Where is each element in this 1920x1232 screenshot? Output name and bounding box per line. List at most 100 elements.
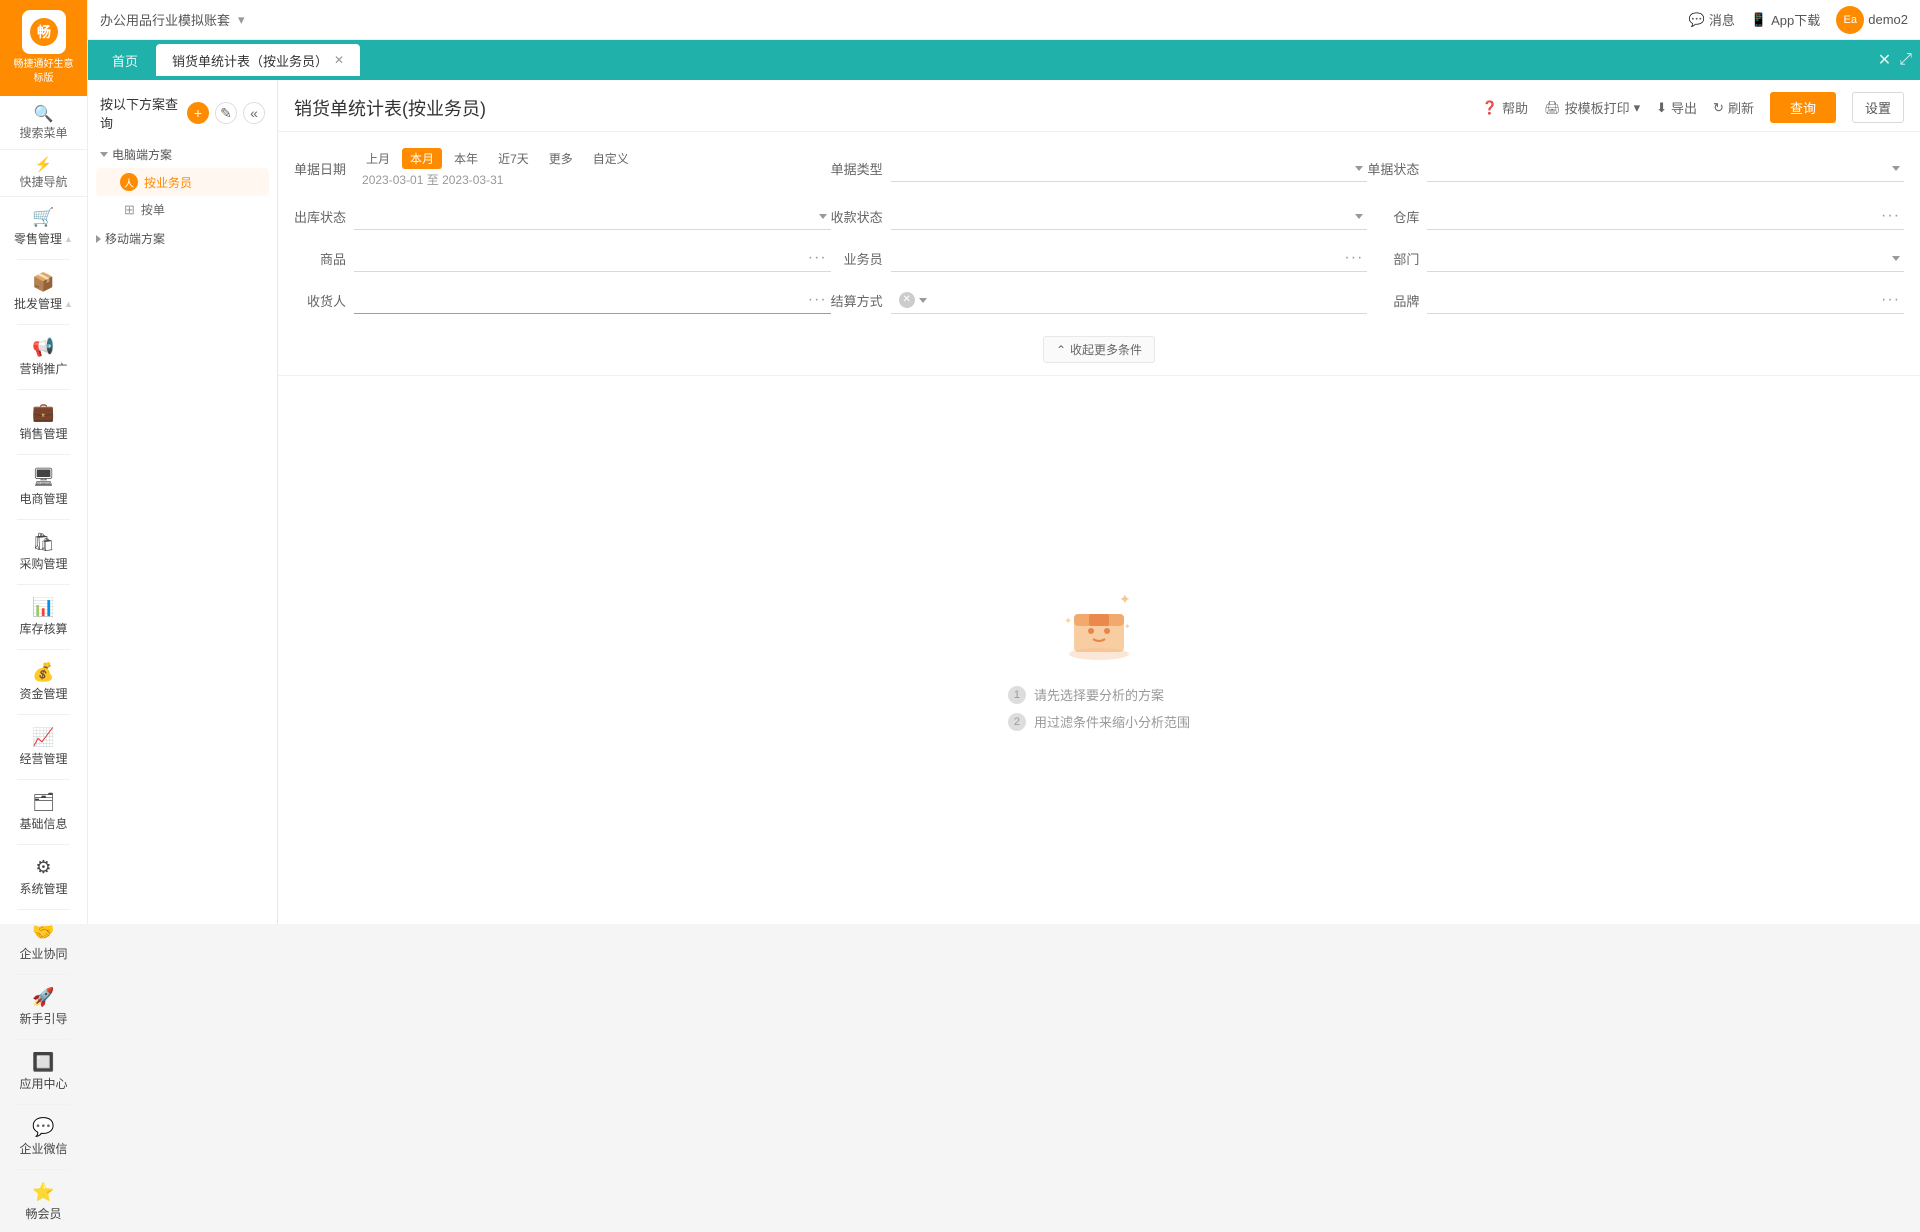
print-dropdown-icon[interactable]: ▾ bbox=[1634, 100, 1641, 116]
message-label: 消息 bbox=[1709, 10, 1735, 29]
refresh-btn[interactable]: ↻ 刷新 bbox=[1713, 98, 1754, 117]
sidebar-item-operation[interactable]: 📈 经营管理 bbox=[10, 717, 77, 777]
doc-status-control[interactable] bbox=[1427, 154, 1904, 182]
sidebar-item-enterprise[interactable]: 🤝 企业协同 bbox=[10, 912, 77, 972]
date-control[interactable]: 上月 本月 本年 近7天 更多 自定义 2023-03-01 至 2023-03… bbox=[354, 148, 831, 188]
warehouse-control[interactable]: ··· bbox=[1427, 202, 1904, 230]
user-info[interactable]: Ea demo2 bbox=[1836, 6, 1908, 34]
sidebar-item-ecommerce[interactable]: 🖥 电商管理 bbox=[10, 457, 77, 517]
date-btn-this-year[interactable]: 本年 bbox=[446, 148, 486, 169]
settlement-control[interactable]: ✕ bbox=[891, 286, 1368, 314]
date-range-text: 2023-03-01 至 2023-03-31 bbox=[362, 171, 503, 188]
outbound-control[interactable] bbox=[354, 202, 831, 230]
payment-control[interactable] bbox=[891, 202, 1368, 230]
settlement-clear-btn[interactable]: ✕ bbox=[899, 292, 915, 308]
filter-doc-type: 单据类型 bbox=[831, 154, 1368, 182]
export-btn[interactable]: ⬇ 导出 bbox=[1656, 98, 1697, 117]
filter-section: 单据日期 上月 本月 本年 近7天 更多 自定义 2023-03-01 至 20… bbox=[278, 132, 1920, 376]
sidebar-item-sales[interactable]: 💼 销售管理 bbox=[10, 392, 77, 452]
empty-illustration: ✦ ✦ ✦ bbox=[1049, 569, 1149, 669]
sidebar-item-inventory[interactable]: 📊 库存核算 bbox=[10, 587, 77, 647]
filter-row-4: 收货人 ··· 结算方式 ✕ 品牌 bbox=[294, 286, 1904, 314]
sidebar-divider-8 bbox=[17, 779, 71, 780]
page-title-area: 销货单统计表(按业务员) ❓ 帮助 🖨 按模板打印 ▾ ⬇ 导出 bbox=[278, 80, 1920, 132]
pc-scheme-group-title[interactable]: 电脑端方案 bbox=[92, 142, 273, 167]
scheme-item-icon: 人 bbox=[120, 173, 138, 191]
date-btn-last-month[interactable]: 上月 bbox=[358, 148, 398, 169]
add-scheme-btn[interactable]: + bbox=[187, 102, 209, 124]
sidebar-item-system[interactable]: ⚙ 系统管理 bbox=[10, 847, 77, 907]
page-actions: ❓ 帮助 🖨 按模板打印 ▾ ⬇ 导出 ↻ 刷新 bbox=[1482, 92, 1904, 123]
doc-status-arrow bbox=[1892, 166, 1900, 171]
sidebar-item-retail[interactable]: 🛒 零售管理▲ bbox=[10, 197, 77, 257]
tab-close-icon[interactable]: ✕ bbox=[334, 54, 344, 66]
brand-label: 品牌 bbox=[1367, 291, 1419, 310]
scheme-item-sales-person[interactable]: 人 按业务员 bbox=[96, 168, 269, 196]
logo[interactable]: 畅 畅捷通好生意 标版 bbox=[0, 0, 87, 96]
brand-control[interactable]: ··· bbox=[1427, 286, 1904, 314]
menu-icon-apps: 🔲 bbox=[32, 1052, 54, 1073]
filter-brand: 品牌 ··· bbox=[1367, 286, 1904, 314]
sidebar-divider-0 bbox=[17, 259, 71, 260]
tab-maximize-btn[interactable]: ⤢ bbox=[1899, 51, 1912, 69]
menu-icon-operation: 📈 bbox=[32, 727, 54, 748]
scheme-item-label: 按业务员 bbox=[144, 174, 192, 191]
collapse-row: ⌃ 收起更多条件 bbox=[294, 328, 1904, 375]
sidebar-item-apps[interactable]: 🔲 应用中心 bbox=[10, 1042, 77, 1102]
receiver-control[interactable]: ··· bbox=[354, 286, 831, 314]
filter-outbound-status: 出库状态 bbox=[294, 202, 831, 230]
menu-label-system: 系统管理 bbox=[19, 880, 67, 897]
mobile-scheme-group-title[interactable]: 移动端方案 bbox=[88, 226, 277, 251]
collapse-panel-btn[interactable]: « bbox=[243, 102, 265, 124]
menu-icon-basic: 🗂 bbox=[32, 792, 55, 813]
query-btn[interactable]: 查询 bbox=[1770, 92, 1836, 123]
department-control[interactable] bbox=[1427, 244, 1904, 272]
company-dropdown-icon[interactable]: ▾ bbox=[238, 12, 245, 28]
sidebar-search[interactable]: 🔍 搜索菜单 bbox=[0, 96, 87, 150]
sidebar-item-finance[interactable]: 💰 资金管理 bbox=[10, 652, 77, 712]
sidebar-item-purchase[interactable]: 🛍 采购管理 bbox=[10, 522, 77, 582]
date-btn-more[interactable]: 更多 bbox=[541, 148, 581, 169]
edit-scheme-btn[interactable]: ✎ bbox=[215, 102, 237, 124]
collapse-filters-btn[interactable]: ⌃ 收起更多条件 bbox=[1043, 336, 1155, 363]
filter-date: 单据日期 上月 本月 本年 近7天 更多 自定义 2023-03-01 至 20… bbox=[294, 148, 831, 188]
date-btn-7days[interactable]: 近7天 bbox=[490, 148, 537, 169]
menu-label-enterprise: 企业协同 bbox=[19, 945, 67, 962]
message-btn[interactable]: 💬 消息 bbox=[1689, 10, 1735, 29]
export-label: 导出 bbox=[1671, 98, 1697, 117]
tab-home[interactable]: 首页 bbox=[96, 44, 154, 76]
menu-icon-finance: 💰 bbox=[32, 662, 54, 683]
salesperson-control[interactable]: ··· bbox=[891, 244, 1368, 272]
right-panel: 销货单统计表(按业务员) ❓ 帮助 🖨 按模板打印 ▾ ⬇ 导出 bbox=[278, 80, 1920, 924]
sub-scheme-label: 按单 bbox=[141, 201, 165, 218]
sidebar-item-member[interactable]: ⭐ 畅会员 bbox=[10, 1172, 77, 1232]
sidebar-item-wholesale[interactable]: 📦 批发管理▲ bbox=[10, 262, 77, 322]
sidebar-quicknav[interactable]: ⚡ 快捷导航 bbox=[0, 150, 87, 197]
doc-type-control[interactable] bbox=[891, 154, 1368, 182]
menu-label-wechat: 企业微信 bbox=[19, 1140, 67, 1157]
tab-sales-stat[interactable]: 销货单统计表（按业务员） ✕ bbox=[156, 44, 360, 76]
help-btn[interactable]: ❓ 帮助 bbox=[1482, 98, 1528, 117]
sidebar-divider-7 bbox=[17, 714, 71, 715]
app-download-btn[interactable]: 📱 App下载 bbox=[1751, 10, 1820, 29]
settings-btn[interactable]: 设置 bbox=[1852, 92, 1904, 123]
tab-close-window-btn[interactable]: ✕ bbox=[1878, 50, 1891, 70]
goods-label: 商品 bbox=[294, 249, 346, 268]
export-icon: ⬇ bbox=[1656, 100, 1667, 116]
menu-label-sales: 销售管理 bbox=[19, 425, 67, 442]
sidebar-item-wechat[interactable]: 💬 企业微信 bbox=[10, 1107, 77, 1167]
date-btn-this-month[interactable]: 本月 bbox=[402, 148, 442, 169]
filter-row-3: 商品 ··· 业务员 ··· 部门 bbox=[294, 244, 1904, 272]
sidebar-divider-5 bbox=[17, 584, 71, 585]
goods-control[interactable]: ··· bbox=[354, 244, 831, 272]
scheme-item-by-order[interactable]: ⊞ 按单 bbox=[92, 197, 273, 222]
date-btn-custom[interactable]: 自定义 bbox=[585, 148, 637, 169]
sidebar-item-marketing[interactable]: 📢 营销推广 bbox=[10, 327, 77, 387]
print-btn[interactable]: 🖨 按模板打印 ▾ bbox=[1544, 98, 1640, 117]
menu-icon-ecommerce: 🖥 bbox=[32, 467, 55, 488]
svg-text:✦: ✦ bbox=[1119, 591, 1131, 607]
logo-text: 畅捷通好生意 标版 bbox=[8, 58, 79, 86]
sidebar-item-basic[interactable]: 🗂 基础信息 bbox=[10, 782, 77, 842]
filter-doc-status: 单据状态 bbox=[1367, 154, 1904, 182]
sidebar-item-newbie[interactable]: 🚀 新手引导 bbox=[10, 977, 77, 1037]
